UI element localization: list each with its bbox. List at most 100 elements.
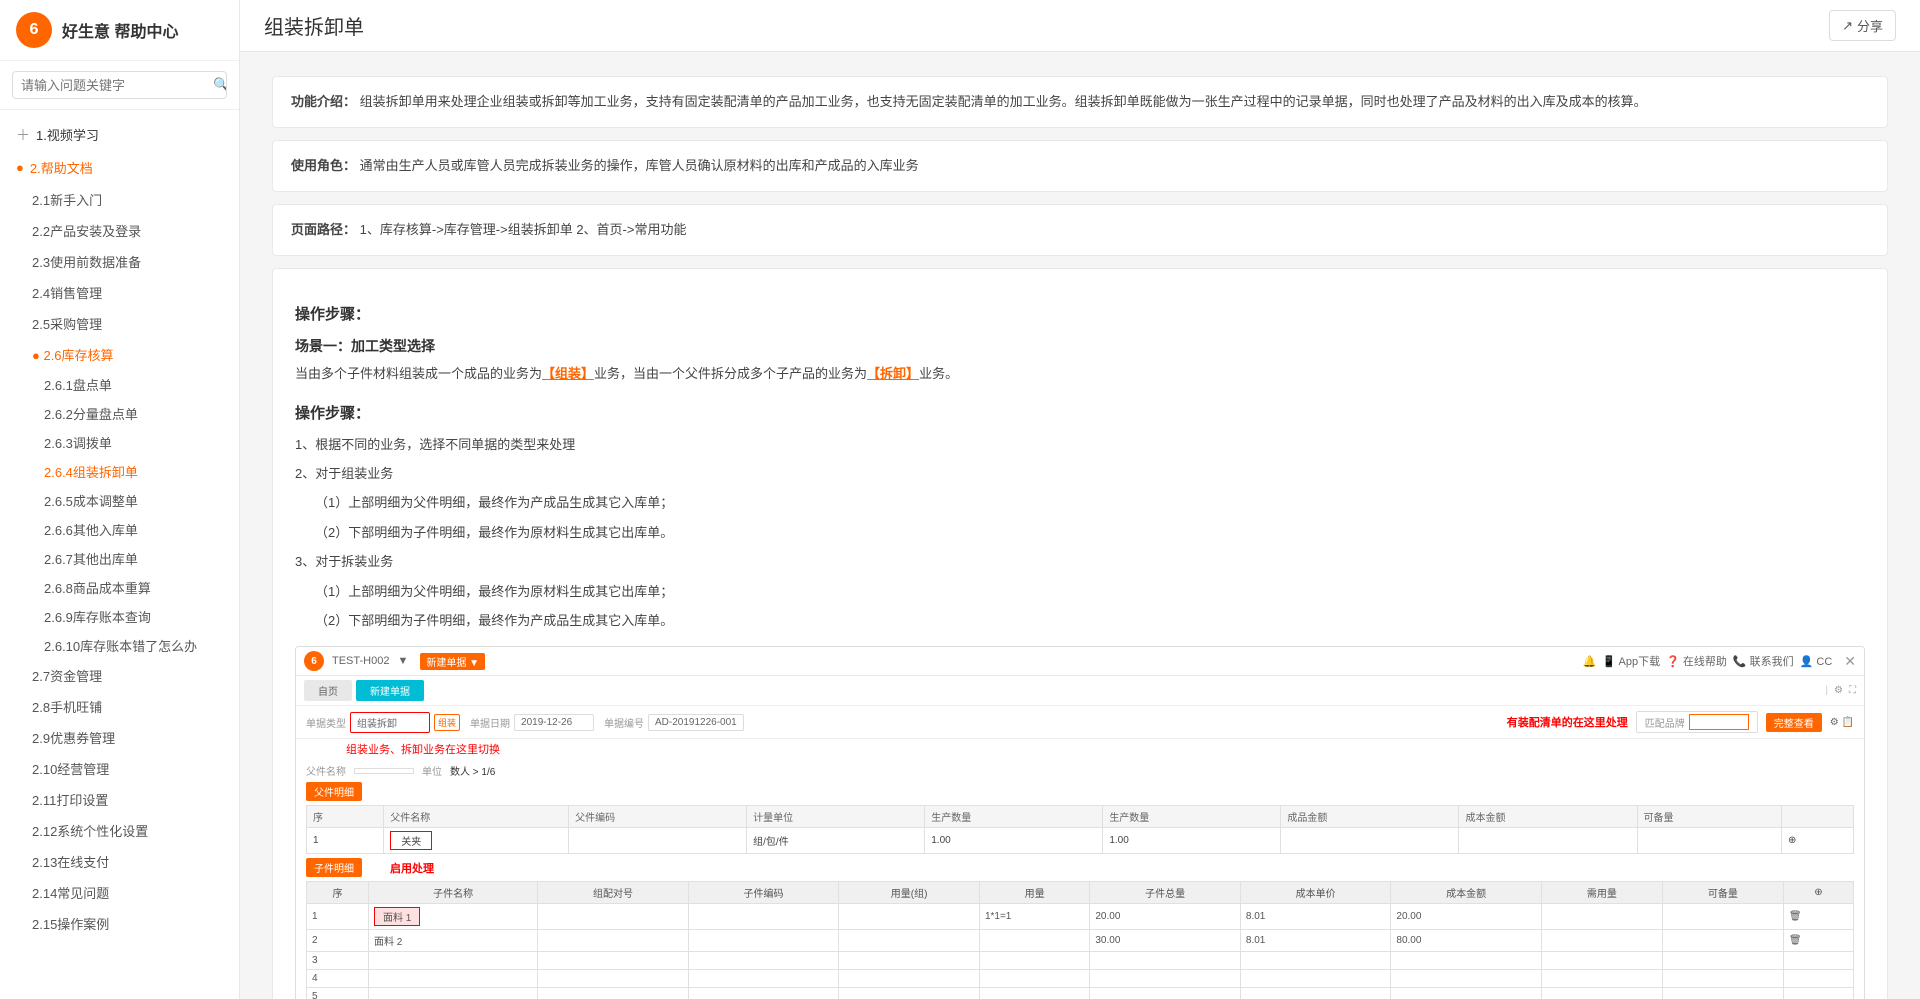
sidebar-item-purchase[interactable]: 2.5采购管理 (0, 308, 239, 339)
sidebar-item-other-in[interactable]: 2.6.6其他入库单 (0, 515, 239, 544)
sidebar-item-cases[interactable]: 2.15操作案例 (0, 908, 239, 939)
ss-date-value[interactable]: 2019-12-26 (514, 714, 594, 731)
ss-unit-display: 数人 > 1/6 (450, 763, 495, 778)
sidebar-item-faq[interactable]: 2.14常见问题 (0, 877, 239, 908)
search-input[interactable] (13, 73, 205, 98)
ss-icon-area: 🔔 📱 App下载 ❓ 在线帮助 📞 联系我们 👤 CC ✕ (1583, 653, 1856, 670)
ss-code-value[interactable]: AD-20191226-001 (648, 714, 744, 731)
sidebar-item-data-prep[interactable]: 2.3使用前数据准备 (0, 246, 239, 277)
sidebar-item-print[interactable]: 2.11打印设置 (0, 784, 239, 815)
step-3-2: （2）下部明细为子件明细，最终作为产成品生成其它入库单。 (295, 609, 1865, 632)
sidebar: 6 好生意 帮助中心 🔍 ＋ 1.视频学习 ● 2.帮助文档 2.1新手入门 2… (0, 0, 240, 999)
app-logo: 6 (16, 12, 52, 48)
step-1: 1、根据不同的业务，选择不同单据的类型来处理 (295, 433, 1865, 456)
sidebar-item-stocktake[interactable]: 2.6.1盘点单 (0, 370, 239, 399)
help-docs-subsections: 2.1新手入门 2.2产品安装及登录 2.3使用前数据准备 2.4销售管理 2.… (0, 184, 239, 939)
share-button[interactable]: ↗ 分享 (1829, 10, 1896, 41)
ss-lower-table-badge: 子件明细 (306, 858, 362, 877)
ss-parent-name-input[interactable] (354, 768, 414, 774)
ss-child-name-1[interactable]: 面料 1 (374, 907, 420, 926)
share-icon: ↗ (1842, 18, 1853, 34)
search-button[interactable]: 🔍 (205, 72, 227, 98)
screenshot-container: 6 TEST-H002 ▼ 新建单据 ▼ 🔔 📱 App下载 ❓ 在线帮助 📞 … (295, 646, 1865, 999)
ss-fullscreen-icon[interactable]: ⛶ (1849, 685, 1856, 696)
logo-area: 6 好生意 帮助中心 (0, 0, 239, 61)
path-block: 页面路径： 1、库存核算->库存管理->组装拆卸单 2、首页->常用功能 (272, 204, 1888, 256)
ss-content-area: 父件名称 单位 数人 > 1/6 父件明细 序 (296, 759, 1864, 999)
step-2-1: （1）上部明细为父件明细，最终作为产成品生成其它入库单； (295, 491, 1865, 514)
sidebar-item-partial-stocktake[interactable]: 2.6.2分量盘点单 (0, 399, 239, 428)
role-block: 使用角色： 通常由生产人员或库管人员完成拆装业务的操作，库管人员确认原材料的出库… (272, 140, 1888, 192)
ss-lower-table-header: 序 子件名称 组配对号 子件编码 用量(组) 用量 子件总量 成本单价 成本金额 (307, 882, 1854, 904)
collapse-icon: ● (16, 160, 24, 175)
ss-logo: 6 (304, 651, 324, 671)
scene-one-desc: 当由多个子件材料组装成一个成品的业务为【组装】业务，当由一个父件拆分成多个子产品… (295, 362, 1865, 385)
ss-close-icon[interactable]: ✕ (1844, 653, 1856, 670)
ss-upper-table-label: 父件明细 (306, 782, 1854, 801)
sidebar-item-sales[interactable]: 2.4销售管理 (0, 277, 239, 308)
sidebar-item-coupons[interactable]: 2.9优惠券管理 (0, 722, 239, 753)
sidebar-item-transfer[interactable]: 2.6.3调拨单 (0, 428, 239, 457)
role-text: 通常由生产人员或库管人员完成拆装业务的操作，库管人员确认原材料的出库和产成品的入… (360, 158, 919, 173)
ss-tab-icons: | ⚙ ⛶ (1825, 685, 1856, 696)
ss-app-icon: 📱 App下载 (1602, 653, 1660, 669)
search-box[interactable]: 🔍 (12, 71, 227, 99)
main-content: 组装拆卸单 ↗ 分享 功能介绍： 组装拆卸单用来处理企业组装或拆卸等加工业务，支… (240, 0, 1920, 999)
page-title: 组装拆卸单 (264, 11, 364, 40)
ss-type-field: 单据类型 组装拆卸 组装 (306, 712, 460, 733)
ss-parent-item-input[interactable]: 关夹 (390, 831, 432, 850)
sidebar-item-help-docs[interactable]: ● 2.帮助文档 (0, 151, 239, 184)
sidebar-item-ledger-error[interactable]: 2.6.10库存账本错了怎么办 (0, 631, 239, 660)
step-3: 3、对于拆装业务 (295, 550, 1865, 573)
table-row: 1 关夹 组/包/件 1.00 1.00 (307, 828, 1854, 854)
table-row: 2 面料 2 30.00 8.01 80.00 (307, 930, 1854, 952)
role-label: 使用角色： (291, 158, 356, 173)
sidebar-item-online-pay[interactable]: 2.13在线支付 (0, 846, 239, 877)
sidebar-item-other-out[interactable]: 2.6.7其他出库单 (0, 544, 239, 573)
ss-new-doc-btn[interactable]: 新建单据 ▼ (420, 653, 485, 670)
ss-contact-icon: 📞 联系我们 (1733, 653, 1794, 669)
ss-annotation-2: 组装业务、拆卸业务在这里切换 (346, 741, 500, 757)
ss-company: TEST-H002 (332, 655, 389, 667)
ss-assembly-badge[interactable]: 组装 (434, 714, 460, 731)
ss-code-field: 单据编号 AD-20191226-001 (604, 714, 744, 731)
sidebar-item-beginners[interactable]: 2.1新手入门 (0, 184, 239, 215)
ss-annotation-1: 有装配清单的在这里处理 (1507, 714, 1628, 730)
sidebar-item-mobile[interactable]: 2.8手机旺铺 (0, 691, 239, 722)
sidebar-item-label: 2.帮助文档 (30, 158, 93, 177)
sidebar-item-operations[interactable]: 2.10经营管理 (0, 753, 239, 784)
screenshot-inner: 6 TEST-H002 ▼ 新建单据 ▼ 🔔 📱 App下载 ❓ 在线帮助 📞 … (296, 647, 1864, 999)
ss-brand-input[interactable] (1689, 714, 1749, 730)
table-row: 1 面料 1 1*1=1 20.00 8.01 (307, 904, 1854, 930)
table-row: 4 (307, 970, 1854, 988)
sidebar-item-customization[interactable]: 2.12系统个性化设置 (0, 815, 239, 846)
sidebar-item-install[interactable]: 2.2产品安装及登录 (0, 215, 239, 246)
inventory-subitems: 2.6.1盘点单 2.6.2分量盘点单 2.6.3调拨单 2.6.4组装拆卸单 … (0, 370, 239, 660)
ss-tab-home[interactable]: 自页 (304, 680, 352, 701)
sidebar-item-cost-adjust[interactable]: 2.6.5成本调整单 (0, 486, 239, 515)
ss-dropdown-icon: ▼ (397, 655, 408, 667)
sidebar-item-inventory[interactable]: ● 2.6库存核算 (0, 339, 239, 370)
ss-more-icons: ⚙ 📋 (1830, 717, 1854, 728)
sidebar-item-video[interactable]: ＋ 1.视频学习 (0, 118, 239, 151)
content-area: 功能介绍： 组装拆卸单用来处理企业组装或拆卸等加工业务，支持有固定装配清单的产品… (240, 52, 1920, 999)
ss-help-icon: ❓ 在线帮助 (1666, 653, 1727, 669)
sidebar-item-assembly[interactable]: 2.6.4组装拆卸单 (0, 457, 239, 486)
ss-tabs-row: 自页 新建单据 | ⚙ ⛶ (296, 676, 1864, 706)
ss-doc-header: 单据类型 组装拆卸 组装 单据日期 2019-12-26 单据编号 AD-201… (296, 706, 1864, 739)
ss-annotation-zone: 组装业务、拆卸业务在这里切换 (296, 739, 1864, 759)
ss-settings-icon[interactable]: ⚙ (1834, 685, 1843, 696)
sidebar-item-inventory-ledger[interactable]: 2.6.9库存账本查询 (0, 602, 239, 631)
ss-right-panel: 有装配清单的在这里处理 匹配品牌 完整查看 ⚙ 📋 (1507, 711, 1854, 733)
steps-block: 操作步骤： 场景一：加工类型选择 当由多个子件材料组装成一个成品的业务为【组装】… (272, 268, 1888, 999)
step-3-1: （1）上部明细为父件明细，最终作为原材料生成其它出库单； (295, 580, 1865, 603)
ss-tab-new-doc[interactable]: 新建单据 (356, 680, 424, 701)
sidebar-item-cost-recalc[interactable]: 2.6.8商品成本重算 (0, 573, 239, 602)
ss-form-row: 父件名称 单位 数人 > 1/6 (306, 763, 1854, 778)
ss-confirm-btn[interactable]: 完整查看 (1766, 713, 1822, 732)
step-2-2: （2）下部明细为子件明细，最终作为原材料生成其它出库单。 (295, 521, 1865, 544)
ss-type-value[interactable]: 组装拆卸 (350, 712, 430, 733)
ss-lower-annotation-area: 子件明细 启用处理 (306, 858, 1854, 877)
sidebar-item-finance[interactable]: 2.7资金管理 (0, 660, 239, 691)
func-intro-label: 功能介绍： (291, 94, 356, 109)
